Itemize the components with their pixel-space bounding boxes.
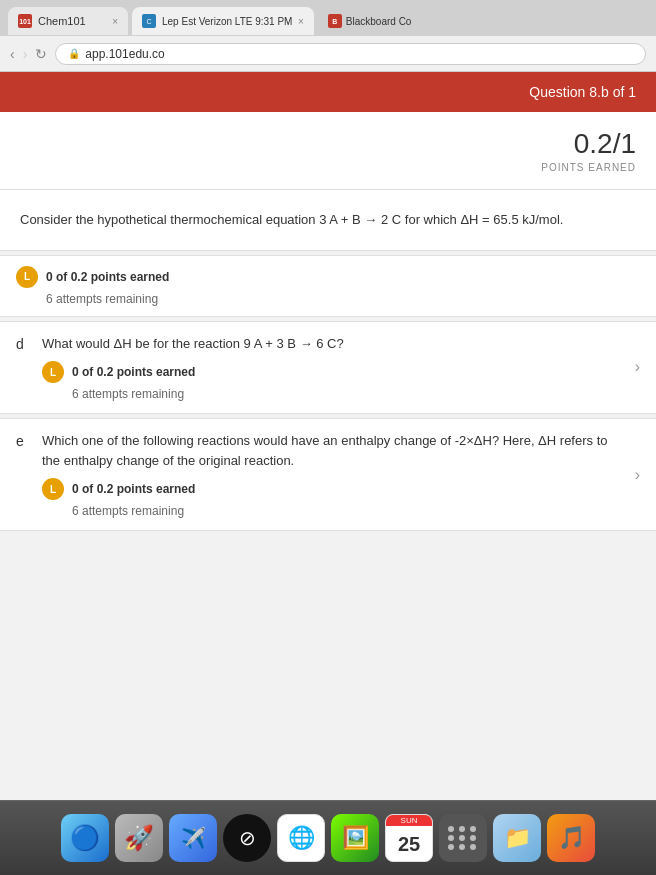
address-bar[interactable]: 🔒 app.101edu.co — [55, 43, 646, 65]
question-intro-text: Consider the hypothetical thermochemical… — [20, 212, 563, 227]
score-area: 0.2/1 POINTS EARNED — [0, 112, 656, 190]
subquestion-d-content: What would ΔH be for the reaction 9 A + … — [42, 334, 625, 402]
subquestion-1-icon: L — [16, 266, 38, 288]
subquestion-d-attempts: 6 attempts remaining — [72, 387, 625, 401]
dot-1 — [448, 826, 454, 832]
subquestion-e-text: Which one of the following reactions wou… — [42, 431, 625, 470]
question-label: Question 8.b of 1 — [529, 84, 636, 100]
subquestion-d-letter: d — [16, 336, 32, 352]
question-intro: Consider the hypothetical thermochemical… — [0, 190, 656, 251]
dock-chrome[interactable]: 🌐 — [277, 814, 325, 862]
dock-files[interactable]: 📁 — [493, 814, 541, 862]
subquestion-1-points: 0 of 0.2 points earned — [46, 270, 169, 284]
bb-favicon: B — [328, 14, 342, 28]
tab-blackboard[interactable]: B Blackboard Co — [318, 7, 422, 35]
dock-photos[interactable]: 🖼️ — [331, 814, 379, 862]
url-text: app.101edu.co — [85, 47, 164, 61]
subquestion-e-points: 0 of 0.2 points earned — [72, 482, 195, 496]
main-content: Question 8.b of 1 0.2/1 POINTS EARNED Co… — [0, 72, 656, 800]
subquestion-e-icon: L — [42, 478, 64, 500]
calendar-month: Sun — [401, 816, 418, 825]
dot-6 — [470, 835, 476, 841]
calendar-date: 25 — [398, 834, 420, 854]
subquestion-1: L 0 of 0.2 points earned 6 attempts rema… — [0, 255, 656, 317]
tab-lep[interactable]: C Lep Est Verizon LTE 9:31 PM 2 × — [132, 7, 314, 35]
subquestion-d[interactable]: d What would ΔH be for the reaction 9 A … — [0, 321, 656, 415]
address-bar-row: ‹ › ↻ 🔒 app.101edu.co — [0, 36, 656, 72]
dock-finder[interactable]: 🔵 — [61, 814, 109, 862]
dock-dots[interactable] — [439, 814, 487, 862]
chem101-favicon: 101 — [18, 14, 32, 28]
forward-button[interactable]: › — [23, 46, 28, 62]
lock-icon: 🔒 — [68, 48, 80, 59]
dock: 🔵 🚀 ✈️ ⊘ 🌐 🖼️ Sun 25 — [0, 800, 656, 875]
subquestion-e[interactable]: e Which one of the following reactions w… — [0, 418, 656, 531]
subquestion-d-points: 0 of 0.2 points earned — [72, 365, 195, 379]
dot-7 — [448, 844, 454, 850]
subquestion-e-points-row: L 0 of 0.2 points earned — [42, 478, 625, 500]
subquestion-d-text: What would ΔH be for the reaction 9 A + … — [42, 334, 625, 354]
dock-rocket[interactable]: ✈️ — [169, 814, 217, 862]
subquestion-d-icon: L — [42, 361, 64, 383]
dot-8 — [459, 844, 465, 850]
tab-lep-close[interactable]: × — [298, 16, 304, 27]
subquestion-1-attempts: 6 attempts remaining — [46, 292, 640, 306]
dock-music[interactable]: 🎵 — [547, 814, 595, 862]
dot-4 — [448, 835, 454, 841]
back-button[interactable]: ‹ — [10, 46, 15, 62]
tab-lep-label: Lep Est Verizon LTE 9:31 PM 2 — [162, 16, 292, 27]
subquestion-d-points-row: L 0 of 0.2 points earned — [42, 361, 625, 383]
dock-compass[interactable]: ⊘ — [223, 814, 271, 862]
browser-chrome: 101 Chem101 × C Lep Est Verizon LTE 9:31… — [0, 0, 656, 72]
tab-chem101-label: Chem101 — [38, 15, 86, 27]
tab-chem101-close[interactable]: × — [112, 16, 118, 27]
subquestion-e-content: Which one of the following reactions wou… — [42, 431, 625, 518]
dot-2 — [459, 826, 465, 832]
dot-5 — [459, 835, 465, 841]
subquestion-d-inner: d What would ΔH be for the reaction 9 A … — [0, 322, 656, 414]
chevron-right-d: › — [635, 358, 640, 376]
dock-calendar[interactable]: Sun 25 — [385, 814, 433, 862]
dock-launchpad[interactable]: 🚀 — [115, 814, 163, 862]
tab-chem101[interactable]: 101 Chem101 × — [8, 7, 128, 35]
subquestion-1-points-row: L 0 of 0.2 points earned — [16, 266, 640, 288]
score-value: 0.2/1 — [20, 128, 636, 160]
dot-grid — [448, 826, 478, 850]
score-label: POINTS EARNED — [20, 162, 636, 173]
dot-3 — [470, 826, 476, 832]
subquestion-e-attempts: 6 attempts remaining — [72, 504, 625, 518]
question-header: Question 8.b of 1 — [0, 72, 656, 112]
dot-9 — [470, 844, 476, 850]
subquestion-e-letter: e — [16, 433, 32, 449]
tab-blackboard-label: Blackboard Co — [346, 16, 412, 27]
tab-bar: 101 Chem101 × C Lep Est Verizon LTE 9:31… — [0, 0, 656, 36]
chevron-right-e: › — [635, 466, 640, 484]
lep-favicon: C — [142, 14, 156, 28]
subquestion-e-inner: e Which one of the following reactions w… — [0, 419, 656, 530]
refresh-button[interactable]: ↻ — [35, 46, 47, 62]
